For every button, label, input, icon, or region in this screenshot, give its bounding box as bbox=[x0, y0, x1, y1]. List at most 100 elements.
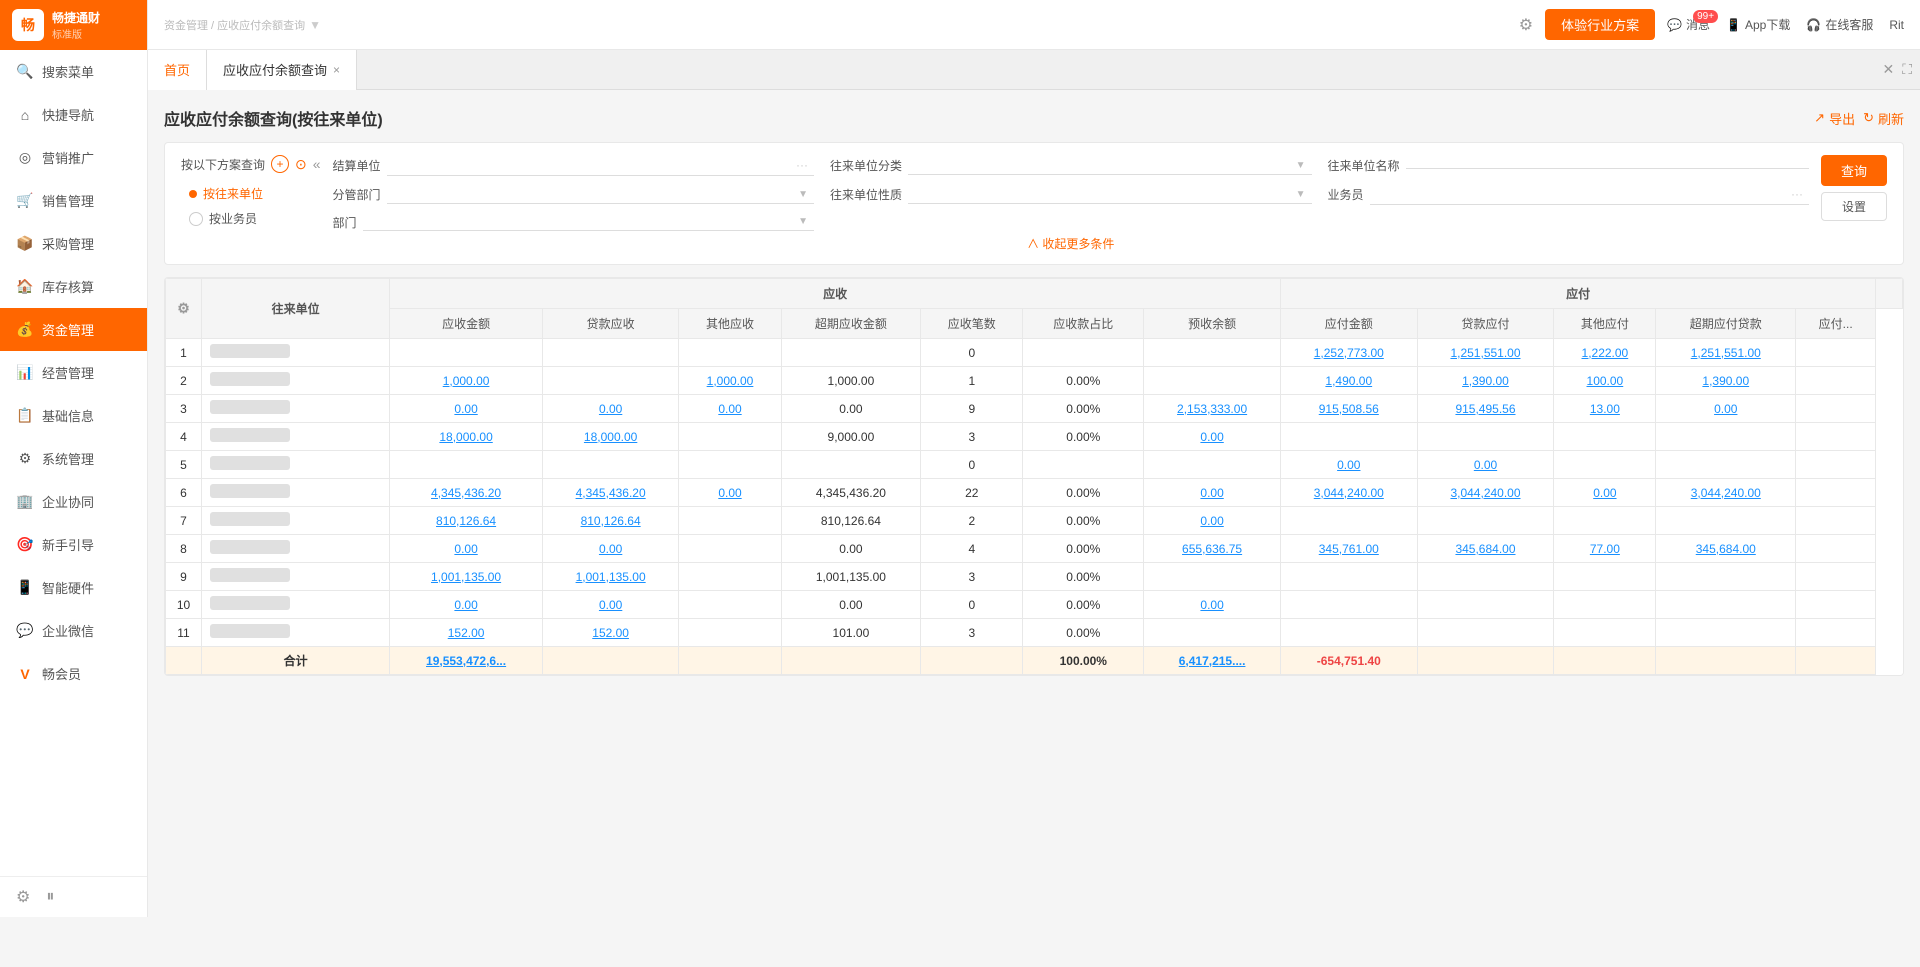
tab-close-icon[interactable]: × bbox=[333, 63, 340, 77]
col-ar-ratio: 应收款占比 bbox=[1023, 309, 1144, 339]
sidebar-item-basic-info[interactable]: 📋 基础信息 bbox=[0, 394, 147, 437]
table-row: 500.000.00 bbox=[166, 451, 1903, 479]
sidebar: 畅 畅捷通财 标准版 🔍 搜索菜单 ⌂ 快捷导航 ◎ 营销推广 🛒 销售管理 📦… bbox=[0, 0, 148, 917]
table-settings-icon[interactable]: ⚙ bbox=[177, 300, 190, 316]
sidebar-item-search-menu[interactable]: 🔍 搜索菜单 bbox=[0, 50, 147, 93]
setting-button[interactable]: 设置 bbox=[1821, 192, 1887, 221]
tab-home-label: 首页 bbox=[164, 60, 190, 79]
partner-nature-input[interactable]: ▼ bbox=[908, 186, 1311, 204]
settlement-unit-input[interactable]: ··· bbox=[387, 155, 814, 176]
maximize-icon[interactable]: ⛶ bbox=[1902, 61, 1912, 78]
sidebar-item-guide[interactable]: 🎯 新手引导 bbox=[0, 523, 147, 566]
close-window-icon[interactable]: ✕ bbox=[1882, 61, 1894, 78]
query-button[interactable]: 查询 bbox=[1821, 155, 1887, 186]
table-row: 100.000.000.0000.00%0.00 bbox=[166, 591, 1903, 619]
footer-ap-more bbox=[1796, 647, 1876, 675]
collapse-scheme-button[interactable]: « bbox=[313, 156, 321, 172]
breadcrumb-caret[interactable]: ▼ bbox=[309, 18, 321, 32]
service-label: 在线客服 bbox=[1825, 16, 1873, 33]
partner-nature-field: 往来单位性质 ▼ bbox=[830, 186, 1311, 204]
refresh-button[interactable]: ↻ 刷新 bbox=[1863, 109, 1904, 128]
col-ar-loan: 贷款应收 bbox=[542, 309, 679, 339]
basic-info-icon: 📋 bbox=[16, 407, 34, 424]
partner-name-input[interactable] bbox=[1406, 162, 1809, 169]
sidebar-item-enterprise[interactable]: 🏢 企业协同 bbox=[0, 480, 147, 523]
sidebar-item-finance[interactable]: 💰 资金管理 bbox=[0, 308, 147, 351]
sidebar-item-system[interactable]: ⚙ 系统管理 bbox=[0, 437, 147, 480]
col-ar-prepay: 预收余额 bbox=[1144, 309, 1281, 339]
partner-category-input[interactable]: ▼ bbox=[908, 157, 1311, 175]
query-scheme: 按以下方案查询 + ⊙ « 按往来单位 按业务员 bbox=[181, 155, 321, 231]
table-row: 21,000.001,000.001,000.0010.00%1,490.001… bbox=[166, 367, 1903, 395]
export-button[interactable]: ↗ 导出 bbox=[1814, 109, 1855, 128]
topbar: 资金管理 / 应收应付余额查询 ▼ ⚙ 体验行业方案 💬 消息 99+ 📱 Ap… bbox=[148, 0, 1920, 50]
member-icon: V bbox=[16, 666, 34, 682]
col-ap-loan: 贷款应付 bbox=[1417, 309, 1554, 339]
sidebar-item-purchase[interactable]: 📦 采购管理 bbox=[0, 222, 147, 265]
tab-home[interactable]: 首页 bbox=[148, 50, 207, 90]
footer-ar-prepay[interactable]: 6,417,215.... bbox=[1144, 647, 1281, 675]
topbar-gear-icon[interactable]: ⚙ bbox=[1519, 15, 1533, 35]
sidebar-item-operations[interactable]: 📊 经营管理 bbox=[0, 351, 147, 394]
dept-manager-input[interactable]: ▼ bbox=[387, 186, 814, 204]
refresh-icon: ↻ bbox=[1863, 110, 1874, 126]
add-scheme-button[interactable]: + bbox=[271, 155, 289, 173]
sidebar-item-member[interactable]: V 畅会员 bbox=[0, 652, 147, 695]
tab-arbalance[interactable]: 应收应付余额查询 × bbox=[207, 50, 357, 90]
wechat-icon: 💬 bbox=[16, 622, 34, 639]
message-badge: 99+ bbox=[1693, 10, 1718, 23]
collapse-section: ∧ 收起更多条件 bbox=[333, 235, 1809, 252]
filter-by-staff[interactable]: 按业务员 bbox=[181, 206, 321, 231]
footer-ar-amount[interactable]: 19,553,472,6... bbox=[390, 647, 542, 675]
col-ap-other: 其他应付 bbox=[1554, 309, 1656, 339]
sidebar-item-quick-nav[interactable]: ⌂ 快捷导航 bbox=[0, 93, 147, 136]
edit-scheme-button[interactable]: ⊙ bbox=[295, 156, 307, 173]
search-panel: 按以下方案查询 + ⊙ « 按往来单位 按业务员 bbox=[164, 142, 1904, 265]
table-row: 101,252,773.001,251,551.001,222.001,251,… bbox=[166, 339, 1903, 367]
table-row: 418,000.0018,000.009,000.0030.00%0.00 bbox=[166, 423, 1903, 451]
settlement-unit-field: 结算单位 ··· bbox=[333, 155, 814, 176]
dept-input[interactable]: ▼ bbox=[363, 213, 814, 231]
sidebar-item-sales[interactable]: 🛒 销售管理 bbox=[0, 179, 147, 222]
table-row: 64,345,436.204,345,436.200.004,345,436.2… bbox=[166, 479, 1903, 507]
inventory-icon: 🏠 bbox=[16, 278, 34, 295]
col-ar-amount: 应收金额 bbox=[390, 309, 542, 339]
filter-partner-dot bbox=[189, 190, 197, 198]
collapse-icon[interactable]: ⏸ bbox=[46, 888, 54, 906]
finance-icon: 💰 bbox=[16, 321, 34, 338]
app-icon: 📱 bbox=[1726, 18, 1741, 32]
logo-icon: 畅 bbox=[12, 9, 44, 41]
sidebar-item-inventory[interactable]: 🏠 库存核算 bbox=[0, 265, 147, 308]
page-actions: ↗ 导出 ↻ 刷新 bbox=[1814, 109, 1904, 128]
table-scroll[interactable]: ⚙ 往来单位 应收 应付 应收金额 贷款应收 其他应收 超期应收金额 bbox=[165, 278, 1903, 675]
sidebar-logo: 畅 畅捷通财 标准版 bbox=[0, 0, 147, 50]
footer-label: 合计 bbox=[202, 647, 390, 675]
settings-bottom-icon[interactable]: ⚙ bbox=[16, 887, 30, 907]
message-group[interactable]: 💬 消息 99+ bbox=[1667, 16, 1710, 33]
salesperson-input[interactable]: ··· bbox=[1370, 184, 1809, 205]
message-icon: 💬 bbox=[1667, 18, 1682, 32]
sidebar-item-marketing[interactable]: ◎ 营销推广 bbox=[0, 136, 147, 179]
tabbar-right: ✕ ⛶ bbox=[1882, 61, 1920, 78]
page-title: 应收应付余额查询(按往来单位) bbox=[164, 106, 383, 130]
enterprise-icon: 🏢 bbox=[16, 493, 34, 510]
marketing-icon: ◎ bbox=[16, 149, 34, 166]
partner-name-field: 往来单位名称 bbox=[1328, 157, 1809, 174]
filter-by-partner[interactable]: 按往来单位 bbox=[181, 181, 321, 206]
col-ap-more bbox=[1876, 279, 1903, 309]
app-download-group[interactable]: 📱 App下载 bbox=[1726, 16, 1790, 33]
smart-hw-icon: 📱 bbox=[16, 579, 34, 596]
app-label: App下载 bbox=[1745, 16, 1790, 33]
purchase-icon: 📦 bbox=[16, 235, 34, 252]
promo-button[interactable]: 体验行业方案 bbox=[1545, 9, 1655, 40]
service-group[interactable]: 🎧 在线客服 bbox=[1806, 16, 1873, 33]
col-settings: ⚙ bbox=[166, 279, 202, 339]
operations-icon: 📊 bbox=[16, 364, 34, 381]
dept-manager-field: 分管部门 ▼ bbox=[333, 186, 814, 204]
sidebar-item-wechat[interactable]: 💬 企业微信 bbox=[0, 609, 147, 652]
footer-ar-ratio: 100.00% bbox=[1023, 647, 1144, 675]
username[interactable]: Rit bbox=[1889, 18, 1904, 32]
filter-staff-dot bbox=[189, 212, 203, 226]
sidebar-item-smart-hw[interactable]: 📱 智能硬件 bbox=[0, 566, 147, 609]
collapse-button[interactable]: ∧ 收起更多条件 bbox=[1027, 235, 1114, 252]
